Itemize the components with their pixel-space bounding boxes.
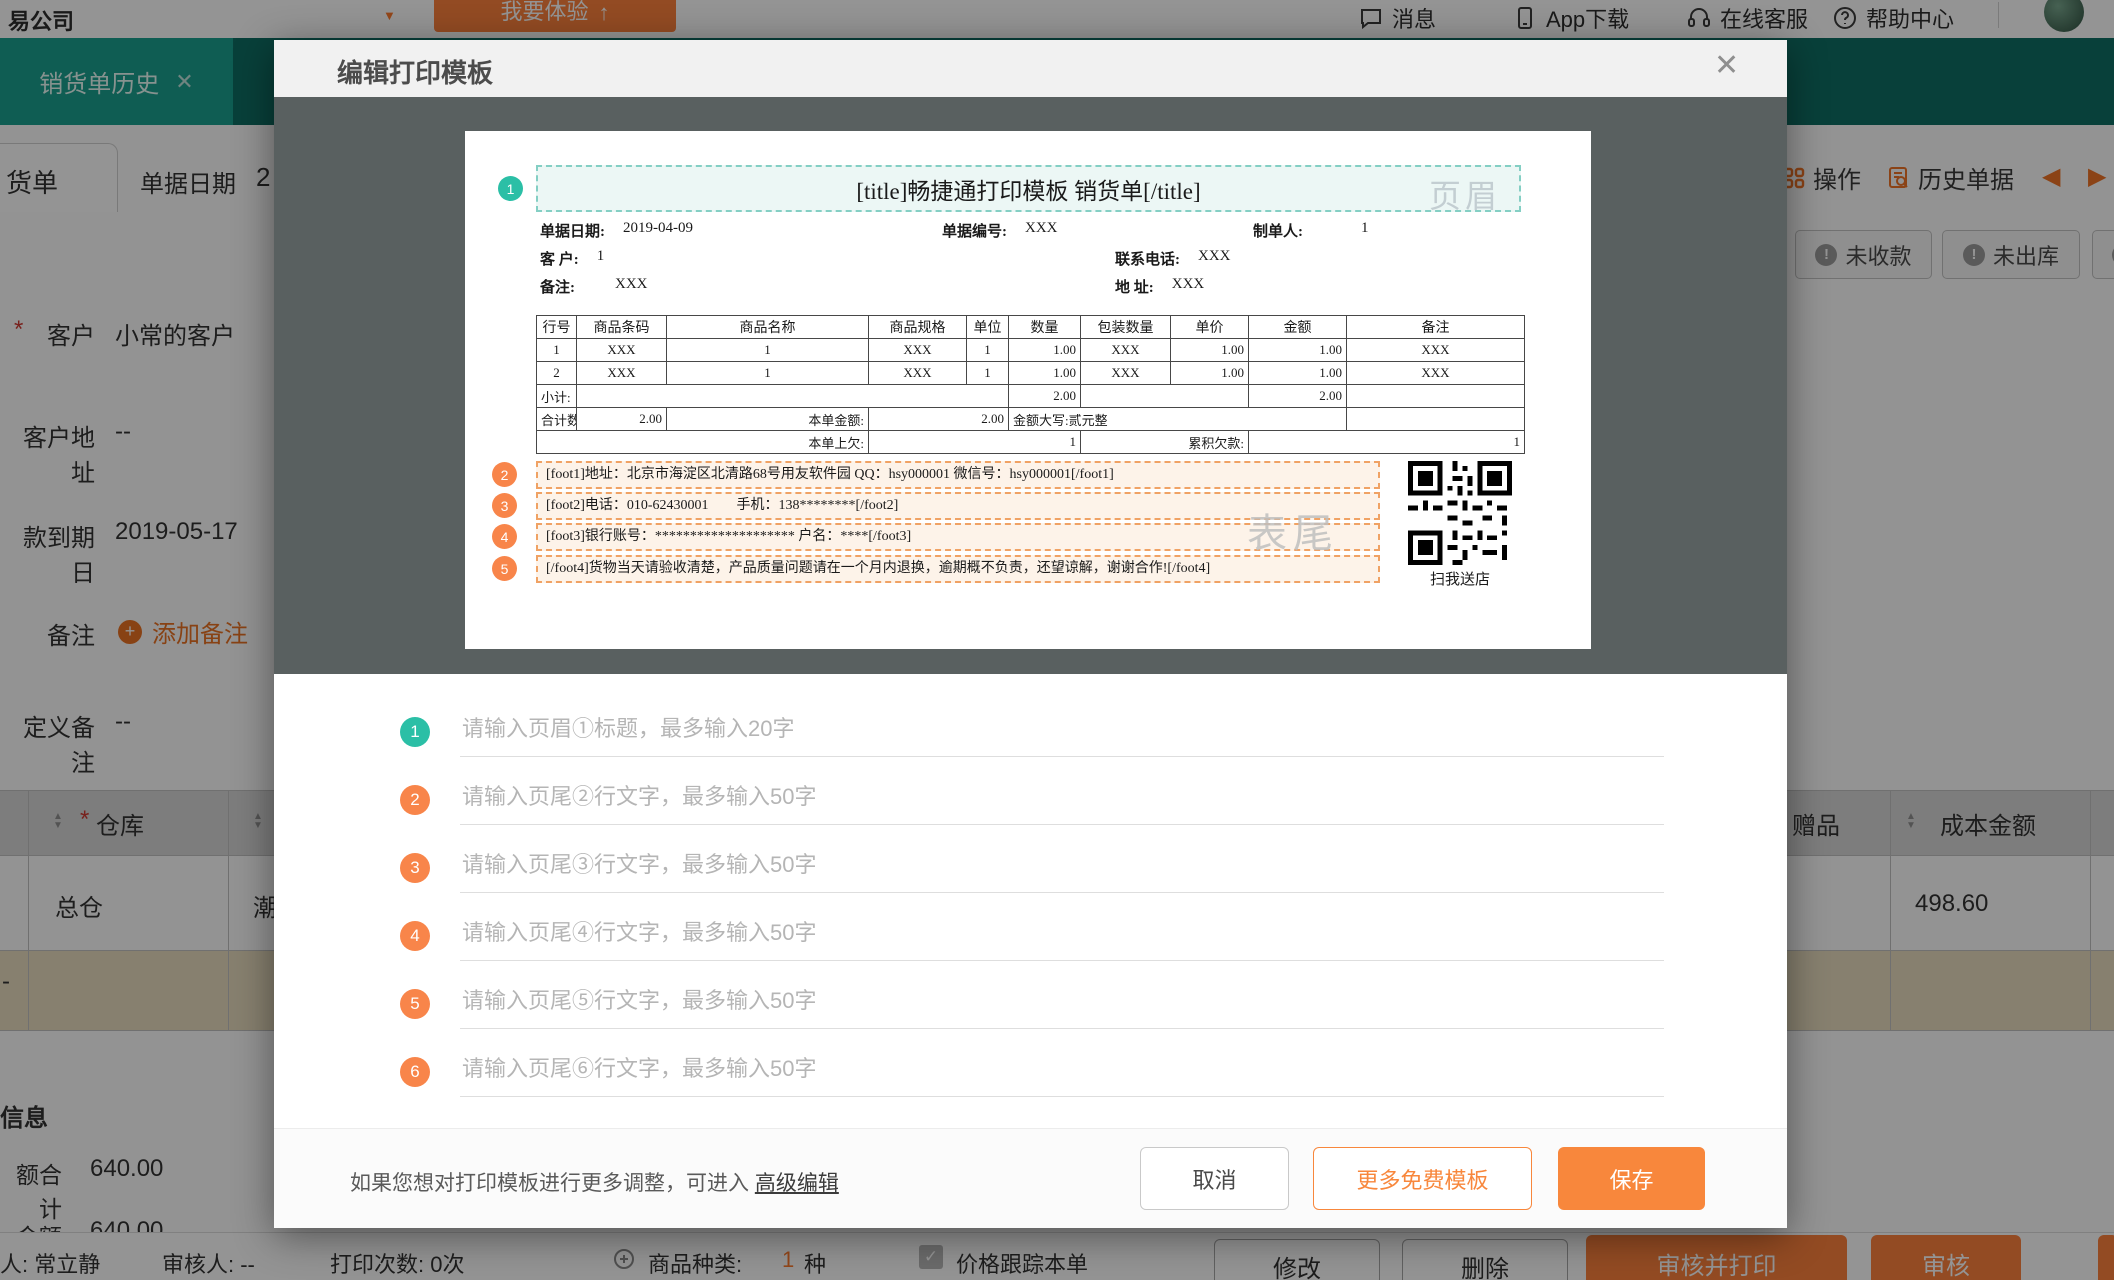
preview-table-row: 1 XXX 1 XXX 1 1.00 XXX 1.00 1.00 XXX — [536, 338, 1525, 362]
footer-line4-input[interactable] — [460, 906, 1664, 961]
input-badge-6: 6 — [400, 1057, 430, 1087]
modal-header: 编辑打印模板 ✕ — [274, 40, 1787, 97]
input-badge-1: 1 — [400, 717, 430, 747]
input-badge-4: 4 — [400, 921, 430, 951]
modal-title: 编辑打印模板 — [337, 58, 494, 88]
input-badge-2: 2 — [400, 785, 430, 815]
preview-table-header-row: 行号 商品条码 商品名称 商品规格 单位 数量 包装数量 单价 金额 备注 — [536, 315, 1525, 339]
footer-line5-input[interactable] — [460, 974, 1664, 1029]
preview-items-table: 行号 商品条码 商品名称 商品规格 单位 数量 包装数量 单价 金额 备注 1 XXX 1X… — [536, 315, 1525, 454]
footer-watermark: 表尾 — [1247, 511, 1339, 556]
preview-table-row: 2 XXX 1 XXX 1 1.00 XXX 1.00 1.00 XXX — [536, 361, 1525, 385]
close-icon[interactable]: ✕ — [1714, 48, 1739, 83]
preview-doc-date: 单据日期: 2019-04-09 — [540, 220, 693, 240]
footer-line3-input[interactable] — [460, 838, 1664, 893]
qr-code — [1408, 461, 1512, 565]
qr-label: 扫我送店 — [1429, 572, 1490, 588]
preview-badge-1: 1 — [498, 176, 523, 201]
more-free-templates-button[interactable]: 更多免费模板 — [1313, 1147, 1532, 1210]
edit-print-template-modal: 编辑打印模板 ✕ 1 [title]畅捷通打印模板 销货单[/title] 页眉… — [274, 40, 1787, 1228]
footer-line2-input[interactable] — [460, 770, 1664, 825]
input-badge-5: 5 — [400, 989, 430, 1019]
advanced-edit-hint: 如果您想对打印模板进行更多调整，可进入 高级编辑 — [350, 1172, 839, 1195]
app-root: 易公司 ▼ 我要体验↑ 消息 App下载 在线客服 帮助中心 销货单历史 ✕ — [0, 0, 2114, 1280]
save-button[interactable]: 保存 — [1558, 1147, 1705, 1210]
header-title-input[interactable] — [460, 702, 1664, 757]
header-watermark: 页眉 — [1428, 178, 1501, 214]
preview-badge-4: 4 — [492, 524, 517, 549]
preview-maker: 制单人: 1 — [1253, 220, 1369, 240]
preview-customer: 客 户: 1 — [540, 248, 605, 268]
preview-total-row: 合计数 2.00 本单金额: 2.00 金额大写:贰元整 — [536, 407, 1525, 431]
preview-subtotal-row: 小计: 2.00 2.00 — [536, 384, 1525, 408]
template-preview-area: 1 [title]畅捷通打印模板 销货单[/title] 页眉 单据日期: 201… — [274, 97, 1787, 674]
preview-footer-line-4: [/foot4]货物当天请验收清楚，产品质量问题请在一个月内退换，逾期概不负责，… — [536, 555, 1380, 583]
input-badge-3: 3 — [400, 853, 430, 883]
preview-badge-2: 2 — [492, 462, 517, 487]
preview-badge-5: 5 — [492, 556, 517, 581]
preview-owed-row: 本单上欠: 1 累积欠款: 1 — [536, 430, 1525, 454]
preview-doc-no: 单据编号: XXX — [942, 220, 1058, 240]
preview-title-box: [title]畅捷通打印模板 销货单[/title] 页眉 — [536, 165, 1521, 214]
advanced-edit-link[interactable]: 高级编辑 — [755, 1172, 839, 1195]
footer-line6-input[interactable] — [460, 1042, 1664, 1097]
preview-phone: 联系电话: XXX — [1115, 248, 1231, 268]
preview-badge-3: 3 — [492, 493, 517, 518]
preview-address: 地 址: XXX — [1115, 276, 1205, 296]
cancel-button[interactable]: 取消 — [1140, 1147, 1289, 1210]
preview-footer-line-1: [foot1]地址：北京市海淀区北清路68号用友软件园 QQ：hsy000001… — [536, 461, 1380, 489]
preview-remark: 备注: XXX — [540, 276, 648, 296]
print-template-paper: 1 [title]畅捷通打印模板 销货单[/title] 页眉 单据日期: 201… — [465, 131, 1591, 649]
